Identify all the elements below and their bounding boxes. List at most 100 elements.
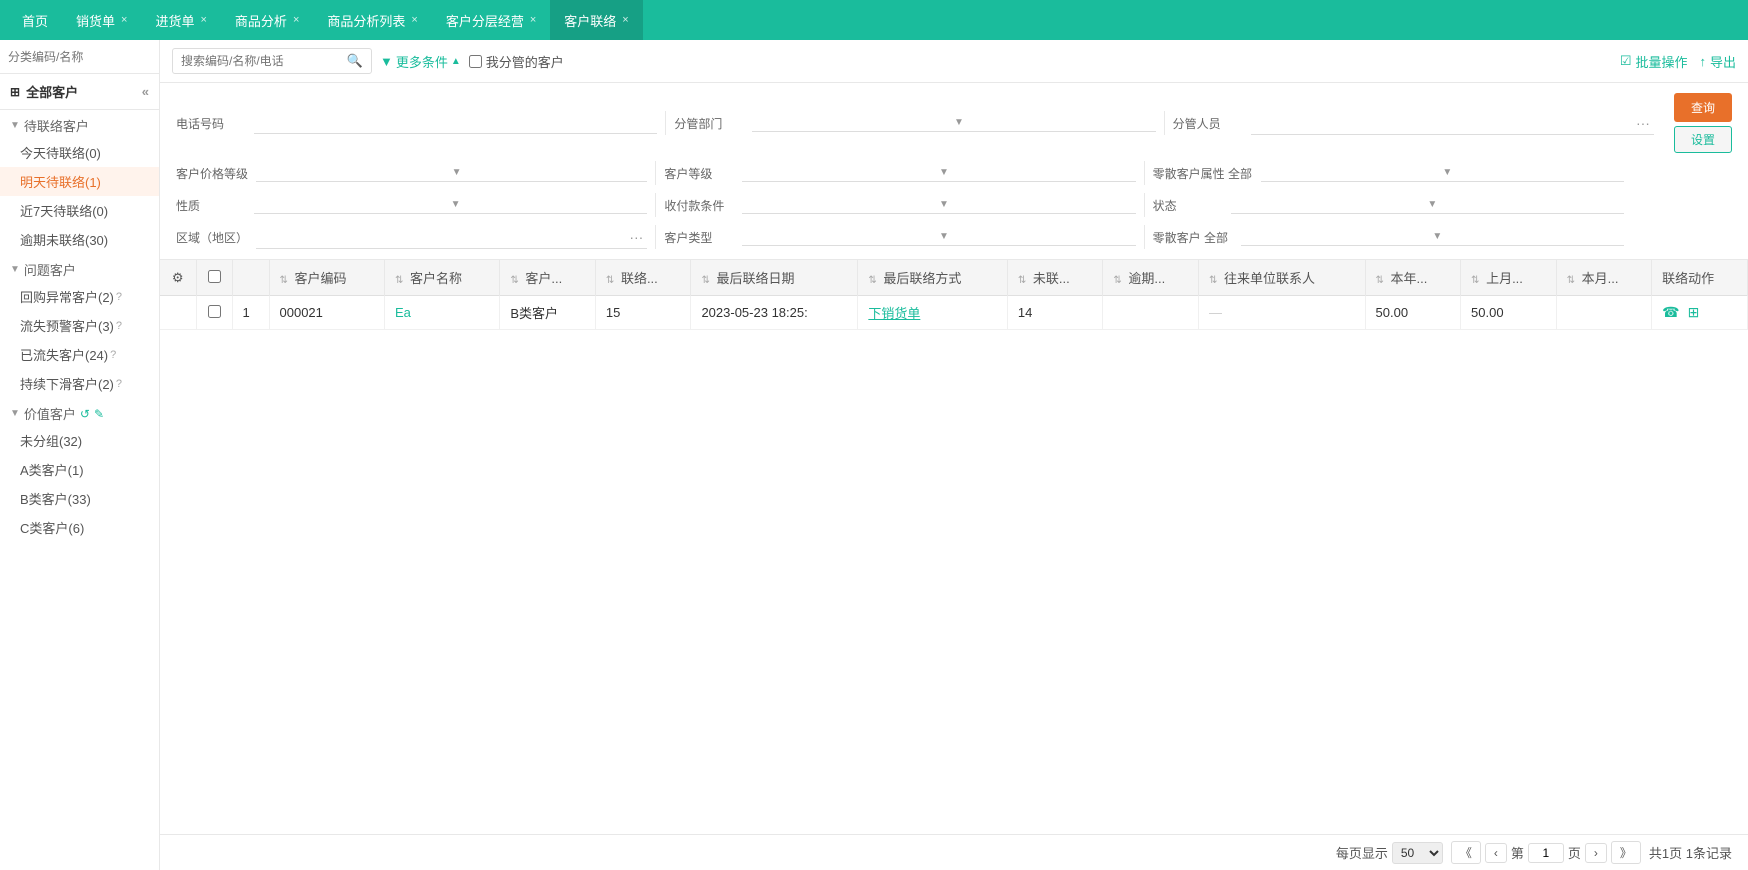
my-customers-checkbox-label[interactable]: 我分管的客户 — [469, 52, 564, 71]
col-contact-person[interactable]: ⇅ 往来单位联系人 — [1198, 260, 1365, 296]
retail-attr-chevron-icon: ▼ — [1442, 167, 1620, 178]
sidebar-item-b-class[interactable]: B类客户(33) — [0, 484, 159, 513]
manager-dots-icon: ··· — [1636, 115, 1650, 131]
col-last-contact-method[interactable]: ⇅ 最后联络方式 — [858, 260, 1008, 296]
edit-icon[interactable]: ✎ — [94, 407, 104, 421]
page-size-select[interactable]: 50 100 200 — [1392, 842, 1443, 864]
phone-action-icon[interactable]: ☎ — [1662, 304, 1679, 321]
nav-home[interactable]: 首页 — [8, 0, 62, 40]
nav-customer-segmentation[interactable]: 客户分层经营 × — [432, 0, 550, 40]
retail-customer-select[interactable]: ▼ — [1241, 228, 1624, 246]
row-action: ☎ ⊞ — [1652, 296, 1748, 330]
status-chevron-icon: ▼ — [1427, 199, 1620, 210]
row-check[interactable] — [196, 296, 232, 330]
close-product-analysis-list-icon[interactable]: × — [411, 14, 417, 26]
filter-status: 状态 ▼ — [1153, 196, 1624, 214]
next-page-button[interactable]: › — [1585, 843, 1607, 863]
col-type[interactable]: ⇅ 客户... — [500, 260, 596, 296]
sidebar-all-customers[interactable]: ⊞ 全部客户 « — [0, 74, 159, 110]
col-last-month[interactable]: ⇅ 上月... — [1461, 260, 1557, 296]
col-this-year[interactable]: ⇅ 本年... — [1365, 260, 1461, 296]
filter-toolbar: 🔍 ▼ 更多条件 ▲ 我分管的客户 ☑ 批量操作 ↑ 导出 — [160, 40, 1748, 83]
search-input[interactable] — [181, 54, 347, 68]
manager-input[interactable]: ··· — [1251, 112, 1654, 135]
row-contact-person: — — [1198, 296, 1365, 330]
status-select[interactable]: ▼ — [1231, 196, 1624, 214]
customer-level-select[interactable]: ▼ — [742, 164, 1135, 182]
close-customer-contact-icon[interactable]: × — [622, 14, 628, 26]
col-this-month[interactable]: ⇅ 本月... — [1556, 260, 1652, 296]
sidebar-item-churn-warning[interactable]: 流失预警客户(3) ? — [0, 311, 159, 340]
payment-terms-select[interactable]: ▼ — [742, 196, 1135, 214]
collapse-icon[interactable]: « — [142, 84, 149, 99]
nav-purchase-order[interactable]: 进货单 × — [141, 0, 220, 40]
grid-action-icon[interactable]: ⊞ — [1688, 304, 1700, 321]
sidebar-item-repurchase-anomaly[interactable]: 回购异常客户(2) ? — [0, 282, 159, 311]
top-nav: 首页 销货单 × 进货单 × 商品分析 × 商品分析列表 × 客户分层经营 × … — [0, 0, 1748, 40]
my-customers-checkbox[interactable] — [469, 55, 482, 68]
nav-product-analysis-list[interactable]: 商品分析列表 × — [313, 0, 431, 40]
close-purchase-order-icon[interactable]: × — [200, 14, 206, 26]
sidebar-item-tomorrow-contact[interactable]: 明天待联络(1) — [0, 167, 159, 196]
col-code[interactable]: ⇅ 客户编码 — [269, 260, 384, 296]
close-customer-seg-icon[interactable]: × — [530, 14, 536, 26]
dept-select[interactable]: ▼ — [752, 114, 1155, 132]
col-last-contact-date[interactable]: ⇅ 最后联络日期 — [691, 260, 858, 296]
divider-3 — [655, 161, 656, 185]
more-filter-button[interactable]: ▼ 更多条件 ▲ — [380, 52, 461, 71]
price-level-select[interactable]: ▼ — [256, 164, 647, 182]
page-number-input[interactable] — [1528, 843, 1564, 863]
filter-row-1: 电话号码 分管部门 ▼ 分管人员 ··· — [176, 93, 1732, 153]
refresh-icon[interactable]: ↺ — [80, 407, 90, 421]
query-button[interactable]: 查询 — [1674, 93, 1732, 122]
sidebar-item-declining[interactable]: 持续下滑客户(2) ? — [0, 369, 159, 398]
phone-input[interactable] — [254, 113, 657, 134]
region-input[interactable]: ··· — [256, 226, 647, 249]
row-this-month — [1556, 296, 1652, 330]
sidebar-item-c-class[interactable]: C类客户(6) — [0, 513, 159, 542]
prev-page-button[interactable]: ‹ — [1485, 843, 1507, 863]
col-gear[interactable]: ⚙ — [160, 260, 196, 296]
row-checkbox[interactable] — [208, 305, 221, 318]
row-code: 000021 — [269, 296, 384, 330]
col-uncontact[interactable]: ⇅ 未联... — [1007, 260, 1103, 296]
nav-product-analysis[interactable]: 商品分析 × — [221, 0, 313, 40]
col-name[interactable]: ⇅ 客户名称 — [384, 260, 499, 296]
retail-attr-select[interactable]: ▼ — [1261, 164, 1624, 182]
col-contact-count[interactable]: ⇅ 联络... — [595, 260, 691, 296]
action-buttons: 查询 设置 — [1674, 93, 1732, 153]
contact-method-link[interactable]: 下销货单 — [868, 306, 920, 321]
settings-button[interactable]: 设置 — [1674, 126, 1732, 153]
sidebar-item-overdue-contact[interactable]: 逾期未联络(30) — [0, 225, 159, 254]
nature-label: 性质 — [176, 197, 246, 214]
last-page-button[interactable]: 》 — [1611, 841, 1641, 864]
col-overdue[interactable]: ⇅ 逾期... — [1103, 260, 1199, 296]
filter-manager: 分管人员 ··· — [1173, 112, 1654, 135]
nature-select[interactable]: ▼ — [254, 196, 647, 214]
export-button[interactable]: ↑ 导出 — [1699, 52, 1736, 71]
page-size-area: 每页显示 50 100 200 — [1336, 842, 1443, 864]
sidebar-search-input[interactable] — [8, 50, 160, 64]
select-all-checkbox[interactable] — [208, 270, 221, 283]
row-name[interactable]: Ea — [384, 296, 499, 330]
status-label: 状态 — [1153, 197, 1223, 214]
sidebar-item-ungrouped[interactable]: 未分组(32) — [0, 426, 159, 455]
close-product-analysis-icon[interactable]: × — [293, 14, 299, 26]
search-box-icon[interactable]: 🔍 — [347, 53, 363, 69]
first-page-button[interactable]: 《 — [1451, 841, 1481, 864]
customer-type-select[interactable]: ▼ — [742, 228, 1135, 246]
sidebar-item-today-contact[interactable]: 今天待联络(0) — [0, 138, 159, 167]
sidebar-section-pending: ▼ 待联络客户 — [0, 110, 159, 138]
sidebar-item-a-class[interactable]: A类客户(1) — [0, 455, 159, 484]
filter-dept: 分管部门 ▼ — [674, 114, 1155, 132]
row-last-contact-method[interactable]: 下销货单 — [858, 296, 1008, 330]
nav-sales-order[interactable]: 销货单 × — [62, 0, 141, 40]
nav-customer-contact[interactable]: 客户联络 × — [550, 0, 642, 40]
help-icon-4: ? — [116, 378, 122, 390]
customer-name-link[interactable]: Ea — [395, 305, 411, 320]
batch-op-button[interactable]: ☑ 批量操作 — [1620, 52, 1688, 71]
close-sales-order-icon[interactable]: × — [121, 14, 127, 26]
sidebar-item-7day-contact[interactable]: 近7天待联络(0) — [0, 196, 159, 225]
col-check[interactable] — [196, 260, 232, 296]
sidebar-item-churned[interactable]: 已流失客户(24) ? — [0, 340, 159, 369]
